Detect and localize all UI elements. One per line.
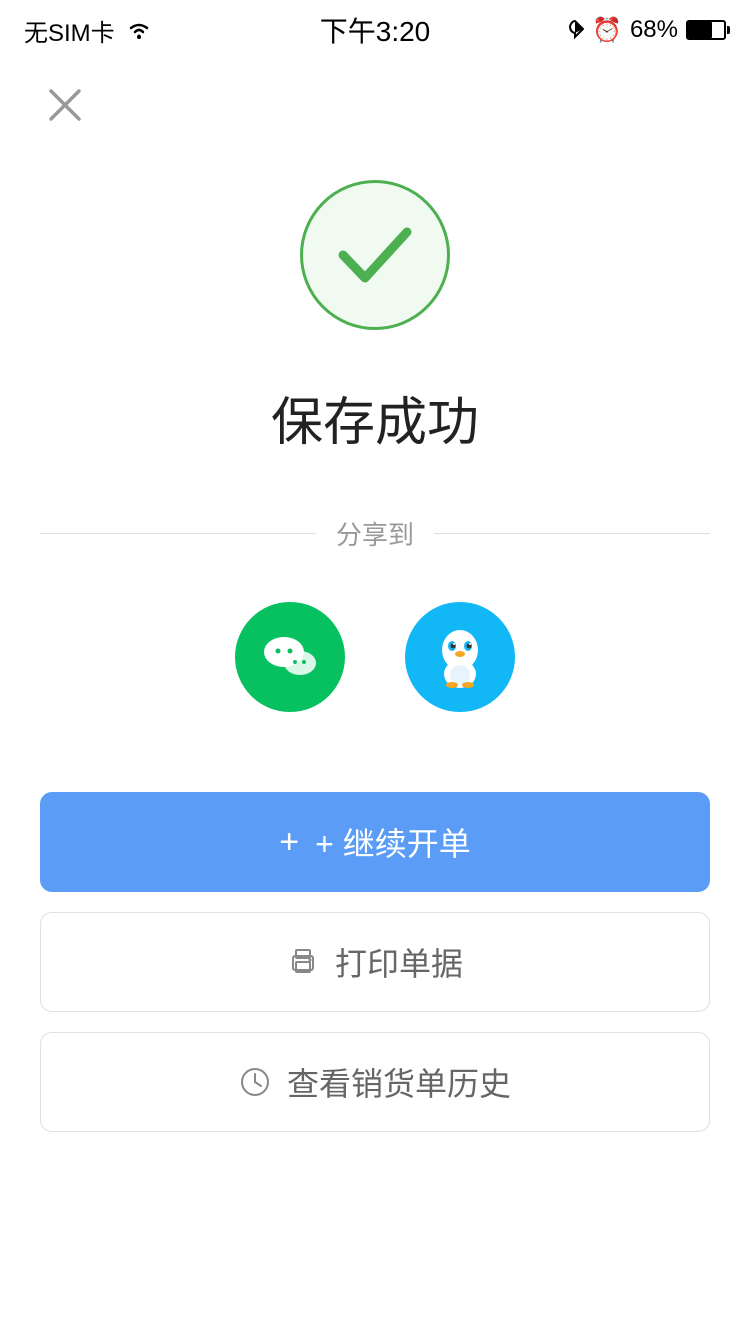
close-button-container xyxy=(40,80,710,130)
battery-percent: 68% xyxy=(630,16,678,44)
qq-share-button[interactable] xyxy=(405,602,515,712)
history-button[interactable]: 查看销货单历史 xyxy=(40,1032,710,1132)
wechat-icon xyxy=(258,627,323,687)
status-left: 无SIM卡 xyxy=(24,13,153,48)
battery-icon xyxy=(686,20,726,40)
divider-left xyxy=(40,533,316,534)
print-label: 打印单据 xyxy=(335,939,463,985)
action-buttons: + + 继续开单 打印单据 查看销货单历史 xyxy=(40,792,710,1132)
wifi-icon xyxy=(125,20,153,40)
main-content: 保存成功 分享到 xyxy=(0,60,750,1172)
divider-right xyxy=(434,533,710,534)
continue-label: + 继续开单 xyxy=(315,819,471,865)
print-icon xyxy=(287,946,319,978)
close-button[interactable] xyxy=(40,80,90,130)
share-icons-container xyxy=(235,602,515,712)
qq-icon xyxy=(428,622,493,692)
alarm-icon: ⏰ xyxy=(592,16,622,45)
location-icon xyxy=(566,20,584,40)
continue-button[interactable]: + + 继续开单 xyxy=(40,792,710,892)
history-label: 查看销货单历史 xyxy=(287,1059,511,1105)
share-label: 分享到 xyxy=(336,515,414,552)
wechat-share-button[interactable] xyxy=(235,602,345,712)
checkmark-icon xyxy=(335,220,415,290)
status-time: 下午3:20 xyxy=(320,10,431,50)
success-icon-circle xyxy=(300,180,450,330)
status-right: ⏰ 68% xyxy=(566,16,726,45)
status-bar: 无SIM卡 下午3:20 ⏰ 68% xyxy=(0,0,750,60)
carrier-text: 无SIM卡 xyxy=(24,13,115,48)
print-button[interactable]: 打印单据 xyxy=(40,912,710,1012)
history-icon xyxy=(239,1066,271,1098)
plus-icon: + xyxy=(279,823,299,862)
success-title: 保存成功 xyxy=(271,380,479,455)
close-icon xyxy=(47,87,83,123)
share-divider: 分享到 xyxy=(40,515,710,552)
